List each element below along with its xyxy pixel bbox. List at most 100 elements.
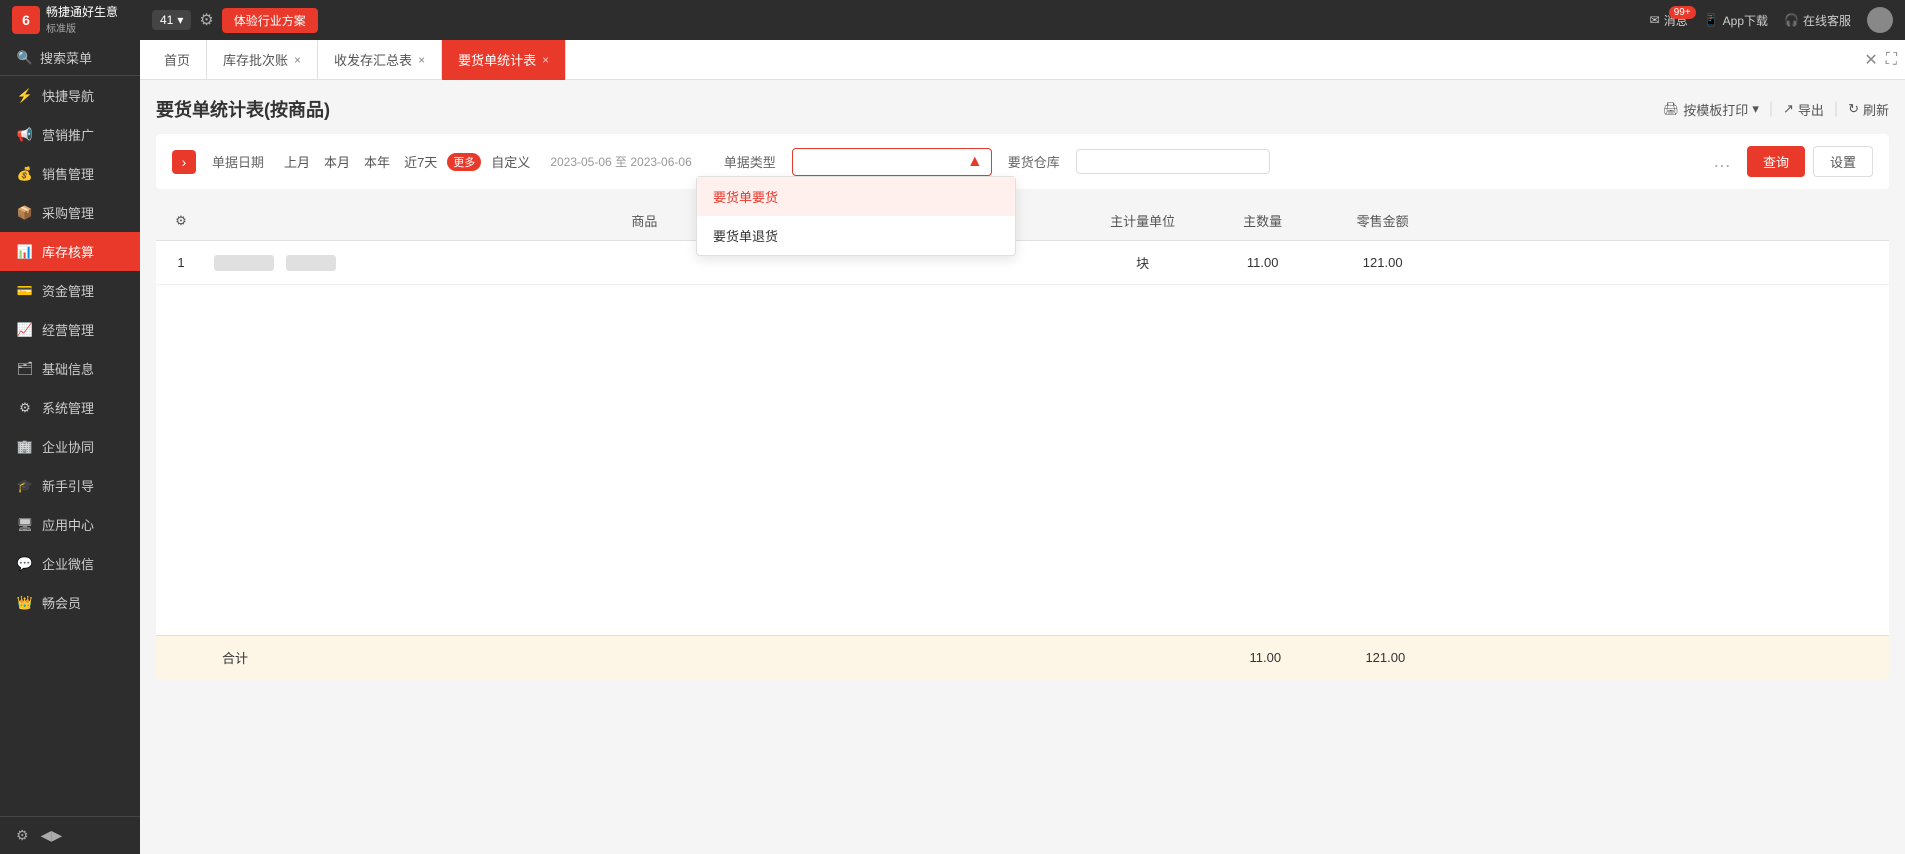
finance-icon: 💳: [16, 282, 34, 300]
app-center-icon: 🖥: [16, 516, 34, 534]
tab-order-stats-close[interactable]: ×: [542, 53, 549, 67]
sidebar-wechat-label: 企业微信: [42, 554, 94, 573]
messages-btn[interactable]: ✉ 消息 99+: [1650, 12, 1688, 29]
company-name: 畅捷通好生意: [46, 5, 118, 19]
query-btn[interactable]: 查询: [1747, 146, 1805, 177]
member-icon: 👑: [16, 594, 34, 612]
tab-home[interactable]: 首页: [148, 40, 207, 80]
messages-badge: 99+: [1669, 6, 1696, 19]
refresh-btn[interactable]: ↻ 刷新: [1848, 100, 1889, 119]
sidebar-item-wechat[interactable]: 💬 企业微信: [0, 544, 140, 583]
tab-stock-summary-label: 收发存汇总表: [334, 50, 412, 69]
sidebar-item-app-center[interactable]: 🖥 应用中心: [0, 505, 140, 544]
warehouse-filter-input[interactable]: [1076, 149, 1270, 174]
row-index-value: 1: [177, 255, 184, 270]
user-avatar[interactable]: [1867, 7, 1893, 33]
tab-close-all-btn[interactable]: ✕: [1864, 50, 1877, 70]
table-header-row: ⚙ 商品 主计量单位 主数量 零售金额: [156, 201, 1889, 241]
sidebar-collapse-icon[interactable]: ◀▶: [41, 827, 63, 844]
sidebar-bottom: ⚙ ◀▶: [0, 816, 140, 854]
tab-order-stats[interactable]: 要货单统计表 ×: [442, 40, 566, 80]
tab-home-label: 首页: [164, 50, 190, 69]
page-title: 要货单统计表(按商品): [156, 96, 330, 122]
filter-card: › 单据日期 上月 本月 本年 近7天 更多 自定义 2023-05-06 至 …: [156, 134, 1889, 189]
sidebar-system-label: 系统管理: [42, 398, 94, 417]
sidebar-item-system[interactable]: ⚙ 系统管理: [0, 388, 140, 427]
filter-more-icon[interactable]: …: [1713, 151, 1731, 172]
sidebar-quicknav-label: 快捷导航: [42, 86, 94, 105]
sidebar-item-basic-info[interactable]: 🗂 基础信息: [0, 349, 140, 388]
sidebar-item-search[interactable]: 🔍 搜索菜单: [0, 40, 140, 76]
print-template-btn[interactable]: 🖨 按模板打印 ▾: [1663, 100, 1759, 119]
basic-info-icon: 🗂: [16, 360, 34, 378]
sidebar-item-member[interactable]: 👑 畅会员: [0, 583, 140, 622]
dropdown-item-order-goods[interactable]: 要货单要货: [697, 177, 1015, 216]
online-service-btn[interactable]: 🎧 在线客服: [1784, 12, 1851, 29]
sidebar-item-enterprise[interactable]: 🏢 企业协同: [0, 427, 140, 466]
page-actions: 🖨 按模板打印 ▾ | ↗ 导出 | ↻ 刷新: [1663, 100, 1889, 119]
tab-order-stats-label: 要货单统计表: [458, 50, 536, 69]
action-divider2: |: [1834, 100, 1838, 118]
col-settings-icon: ⚙: [175, 213, 187, 229]
footer-label: 合计: [206, 648, 1085, 667]
header-right: ✉ 消息 99+ 📱 App下载 🎧 在线客服: [1650, 7, 1893, 33]
tab-stock-summary-close[interactable]: ×: [418, 53, 425, 67]
tab-fullscreen-btn[interactable]: ⛶: [1886, 51, 1897, 69]
sidebar-item-finance[interactable]: 💳 资金管理: [0, 271, 140, 310]
logo-icon: 6: [12, 6, 40, 34]
type-filter-arrow[interactable]: ▲: [967, 153, 983, 171]
sidebar-inventory-label: 库存核算: [42, 242, 94, 261]
industry-btn[interactable]: 体验行业方案: [222, 8, 318, 33]
dropdown-item-order-return[interactable]: 要货单退货: [697, 216, 1015, 255]
sidebar-item-operations[interactable]: 📈 经营管理: [0, 310, 140, 349]
sidebar-enterprise-label: 企业协同: [42, 437, 94, 456]
refresh-icon: ↻: [1848, 101, 1859, 117]
sidebar-basic-info-label: 基础信息: [42, 359, 94, 378]
sidebar-app-center-label: 应用中心: [42, 515, 94, 534]
table-row: 1 块 11.00 121.00: [156, 241, 1889, 285]
sidebar-item-quicknav[interactable]: ⚡ 快捷导航: [0, 76, 140, 115]
col-settings[interactable]: ⚙: [156, 213, 206, 229]
sidebar-member-label: 畅会员: [42, 593, 81, 612]
tab-inventory-batch[interactable]: 库存批次账 ×: [207, 40, 318, 80]
tab-inventory-batch-close[interactable]: ×: [294, 53, 301, 67]
sidebar-item-sales[interactable]: 💰 销售管理: [0, 154, 140, 193]
sidebar-settings-icon[interactable]: ⚙: [16, 827, 29, 844]
type-filter-input[interactable]: [801, 154, 967, 169]
quicknav-icon: ⚡: [16, 87, 34, 105]
table-card: ⚙ 商品 主计量单位 主数量 零售金额 1: [156, 201, 1889, 679]
tab-stock-summary[interactable]: 收发存汇总表 ×: [318, 40, 442, 80]
sidebar: 🔍 搜索菜单 ⚡ 快捷导航 📢 营销推广 💰 销售管理 📦 采购管理 📊 库存核…: [0, 40, 140, 854]
date-this-year-btn[interactable]: 本年: [360, 150, 394, 173]
content-area: 首页 库存批次账 × 收发存汇总表 × 要货单统计表 × ✕ ⛶ 要: [140, 40, 1905, 854]
date-this-month-btn[interactable]: 本月: [320, 150, 354, 173]
tab-inventory-batch-label: 库存批次账: [223, 50, 288, 69]
sidebar-operations-label: 经营管理: [42, 320, 94, 339]
col-unit: 主计量单位: [1083, 211, 1203, 230]
export-label: 导出: [1798, 100, 1824, 119]
app-download-label: App下载: [1723, 12, 1768, 29]
sidebar-item-marketing[interactable]: 📢 营销推广: [0, 115, 140, 154]
date-range-display: 2023-05-06 至 2023-06-06: [550, 153, 691, 170]
sidebar-item-newbie[interactable]: 🎓 新手引导: [0, 466, 140, 505]
date-last-month-btn[interactable]: 上月: [280, 150, 314, 173]
filter-settings-btn[interactable]: 设置: [1813, 146, 1873, 177]
search-icon: 🔍: [16, 49, 34, 67]
filter-expand-btn[interactable]: ›: [172, 150, 196, 174]
wechat-icon: 💬: [16, 555, 34, 573]
sidebar-item-inventory[interactable]: 📊 库存核算: [0, 232, 140, 271]
header-settings-icon[interactable]: ⚙: [199, 10, 213, 30]
type-filter-select[interactable]: ▲: [792, 148, 992, 176]
shop-selector[interactable]: 41 ▾: [152, 10, 191, 30]
date-custom-btn[interactable]: 自定义: [487, 150, 534, 173]
date-more-btn[interactable]: 更多: [447, 153, 481, 171]
export-btn[interactable]: ↗ 导出: [1783, 100, 1824, 119]
print-template-label: 按模板打印: [1683, 100, 1748, 119]
sidebar-item-purchase[interactable]: 📦 采购管理: [0, 193, 140, 232]
shop-selector-arrow: ▾: [177, 13, 183, 27]
sidebar-search-label: 搜索菜单: [40, 48, 92, 67]
operations-icon: 📈: [16, 321, 34, 339]
date-last7-btn[interactable]: 近7天: [400, 150, 441, 173]
col-qty: 主数量: [1203, 211, 1323, 230]
app-download-btn[interactable]: 📱 App下载: [1704, 12, 1768, 29]
